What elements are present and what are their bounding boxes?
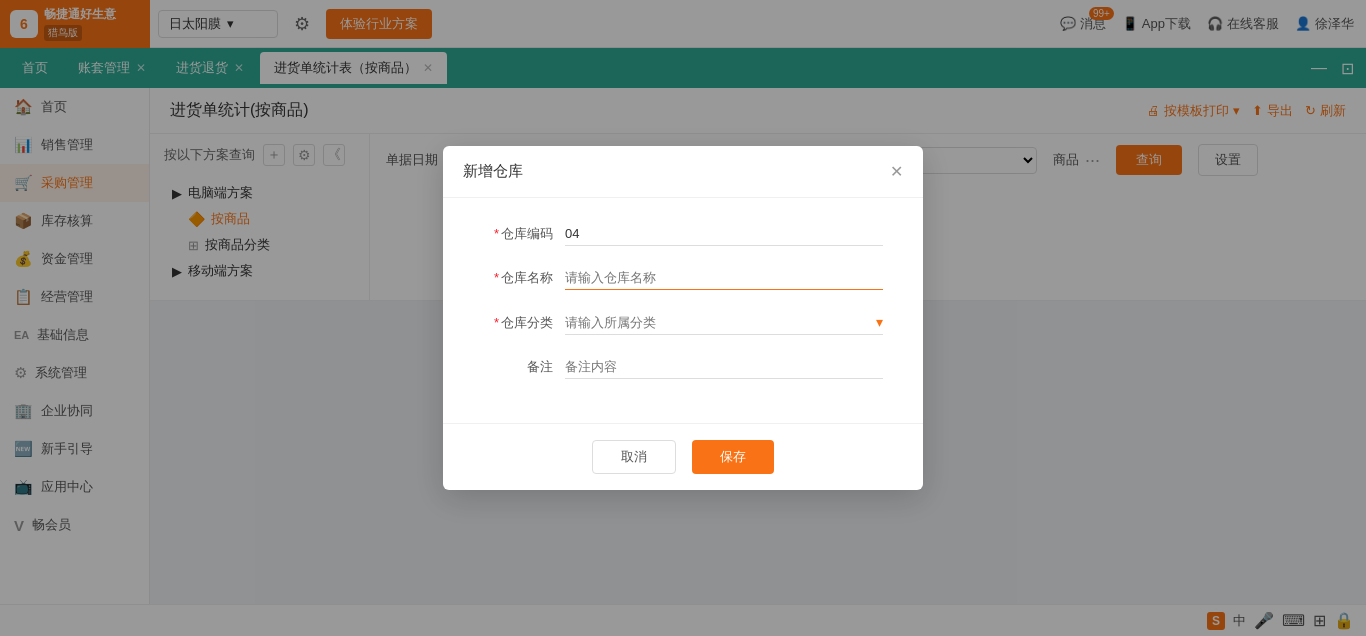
remark-field-row: 备注 (483, 355, 883, 379)
category-select-wrap[interactable]: ▾ (565, 310, 883, 335)
modal-overlay: 新增仓库 ✕ *仓库编码 *仓库名称 *仓库分类 (0, 0, 1366, 636)
category-label: *仓库分类 (483, 314, 553, 332)
remark-input[interactable] (565, 355, 883, 379)
save-button[interactable]: 保存 (692, 440, 774, 474)
category-input[interactable] (565, 315, 876, 330)
name-label: *仓库名称 (483, 269, 553, 287)
modal-title: 新增仓库 (463, 162, 523, 181)
category-field-row: *仓库分类 ▾ (483, 310, 883, 335)
new-warehouse-modal: 新增仓库 ✕ *仓库编码 *仓库名称 *仓库分类 (443, 146, 923, 490)
code-input[interactable] (565, 222, 883, 246)
code-label: *仓库编码 (483, 225, 553, 243)
modal-close-button[interactable]: ✕ (890, 164, 903, 180)
name-field-row: *仓库名称 (483, 266, 883, 290)
category-dropdown-icon: ▾ (876, 314, 883, 330)
modal-body: *仓库编码 *仓库名称 *仓库分类 ▾ (443, 198, 923, 423)
code-field-row: *仓库编码 (483, 222, 883, 246)
modal-header: 新增仓库 ✕ (443, 146, 923, 198)
remark-label: 备注 (483, 358, 553, 376)
name-input[interactable] (565, 266, 883, 290)
cancel-button[interactable]: 取消 (592, 440, 676, 474)
modal-footer: 取消 保存 (443, 423, 923, 490)
